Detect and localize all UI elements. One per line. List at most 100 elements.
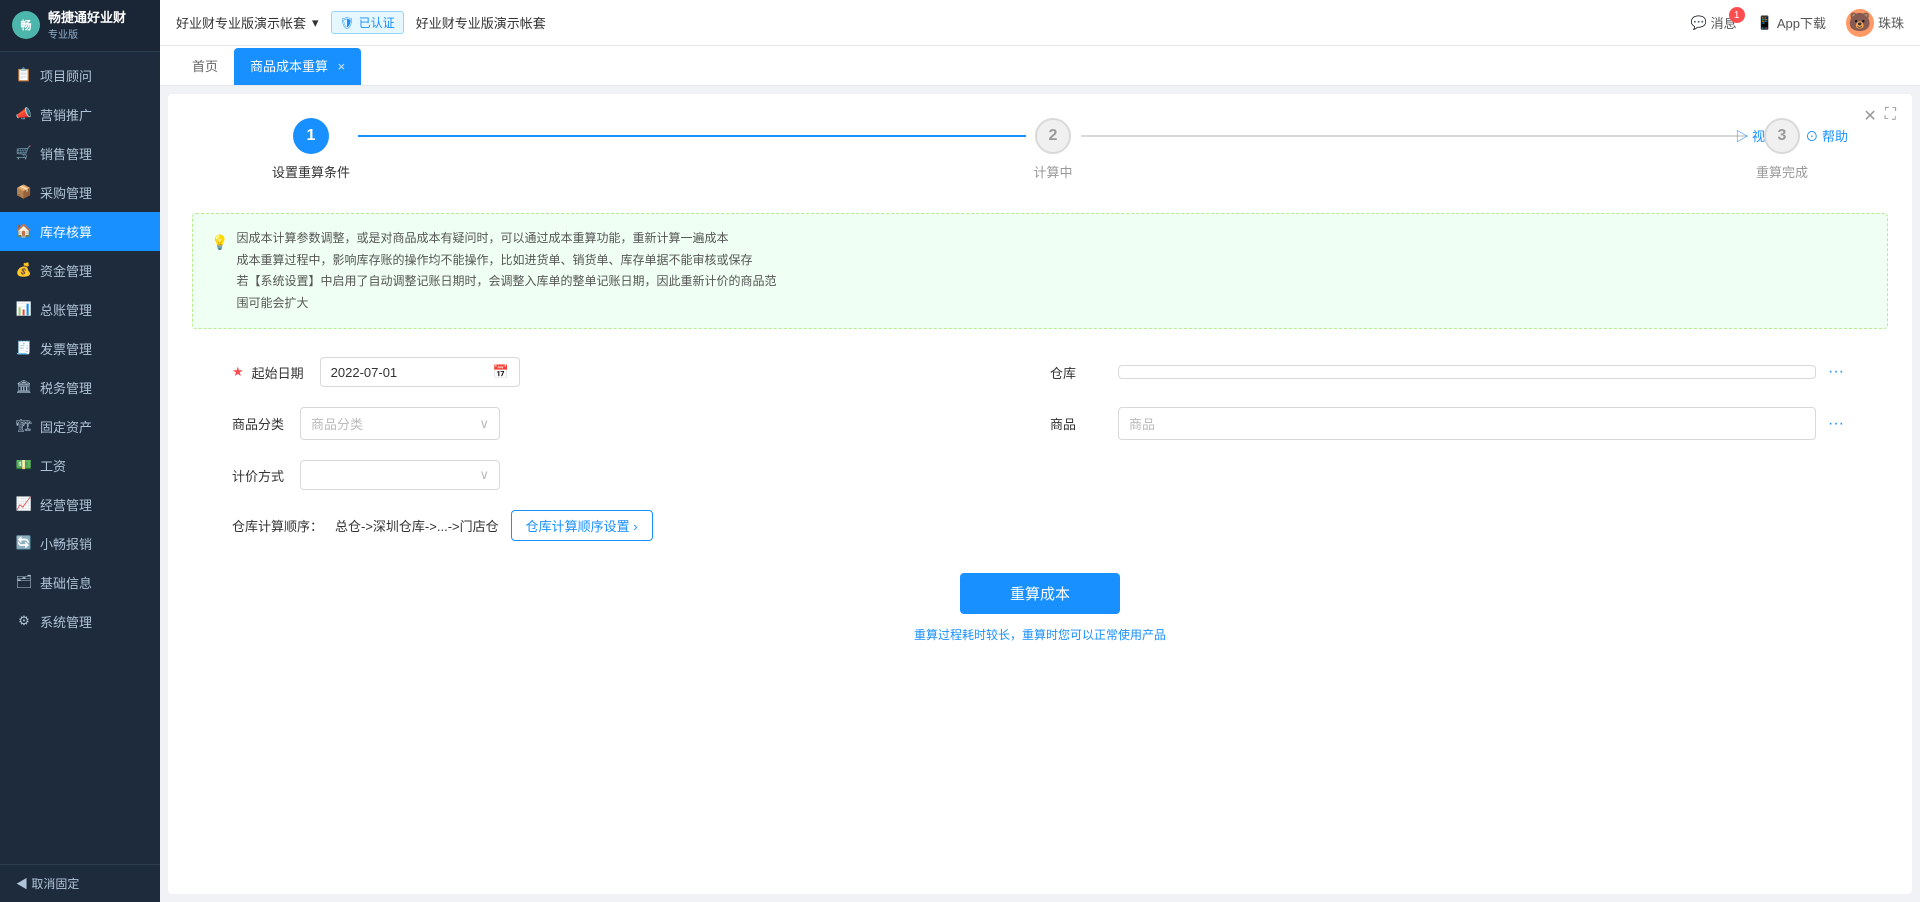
sidebar-logo: 畅 (12, 11, 40, 39)
sidebar-item-inventory[interactable]: 🏠 库存核算 (0, 212, 160, 251)
shield-icon: 🛡 (340, 16, 355, 30)
sidebar-item-accounting[interactable]: 📊 总账管理 (0, 290, 160, 329)
verified-badge: 🛡 已认证 (331, 11, 404, 34)
dropdown-arrow-icon: ▾ (312, 15, 319, 31)
calendar-icon[interactable]: 📅 (492, 364, 508, 380)
step-3-circle: 3 (1764, 118, 1800, 154)
sidebar-item-sales[interactable]: 🛒 销售管理 (0, 134, 160, 173)
sidebar-item-invoice[interactable]: 🧾 发票管理 (0, 329, 160, 368)
sidebar-item-operation[interactable]: 📈 经营管理 (0, 485, 160, 524)
sidebar-item-expense[interactable]: 🔄 小畅报销 (0, 524, 160, 563)
sidebar-item-salary[interactable]: 💵 工资 (0, 446, 160, 485)
content-area: ✕ ⛶ ▷ 视频 | ⊙ 帮助 1 设置重算条件 2 计算中 3 重算 (168, 94, 1912, 894)
notice-box: 💡 因成本计算参数调整，或是对商品成本有疑问时，可以通过成本重算功能，重新计算一… (192, 213, 1888, 329)
pricing-select[interactable]: ∨ (300, 460, 500, 490)
sidebar-item-label-invoice: 发票管理 (40, 339, 92, 358)
product-more-icon[interactable]: ··· (1824, 411, 1848, 437)
recalculate-button[interactable]: 重算成本 (960, 573, 1120, 614)
sidebar-item-project[interactable]: 📋 项目顾问 (0, 56, 160, 95)
tab-home[interactable]: 首页 (176, 48, 234, 85)
sidebar-item-label-basic: 基础信息 (40, 573, 92, 592)
step-2: 2 计算中 (1034, 118, 1073, 181)
sidebar-item-assets[interactable]: 🏗 固定资产 (0, 407, 160, 446)
salary-icon: 💵 (16, 457, 32, 473)
tab-cost-recalc[interactable]: 商品成本重算 × (234, 48, 361, 85)
category-select[interactable]: 商品分类 ∨ (300, 407, 500, 440)
help-link[interactable]: ⊙ 帮助 (1805, 126, 1848, 145)
warehouse-group: 仓库 ··· (1050, 359, 1848, 385)
system-icon: ⚙ (16, 613, 32, 629)
submit-section: 重算成本 重算过程耗时较长，重算时您可以正常使用产品 (192, 573, 1888, 643)
category-placeholder: 商品分类 (311, 414, 363, 433)
sidebar-item-label-expense: 小畅报销 (40, 534, 92, 553)
sidebar-item-label-assets: 固定资产 (40, 417, 92, 436)
product-input[interactable]: 商品 (1118, 407, 1816, 440)
sidebar-item-system[interactable]: ⚙ 系统管理 (0, 602, 160, 641)
step-1-label: 设置重算条件 (272, 162, 350, 181)
notice-line-2: 成本重算过程中，影响库存账的操作均不能操作，比如进货单、销货单、库存单据不能审核… (236, 250, 776, 272)
warehouse-more-icon[interactable]: ··· (1824, 359, 1848, 385)
step-3: 3 重算完成 (1756, 118, 1808, 181)
sidebar-item-finance[interactable]: 💰 资金管理 (0, 251, 160, 290)
account-name: 好业财专业版演示帐套 (176, 13, 306, 32)
warehouse-order-label: 仓库计算顺序： (232, 516, 323, 535)
step-3-label: 重算完成 (1756, 162, 1808, 181)
warehouse-order-settings-button[interactable]: 仓库计算顺序设置 › (511, 510, 653, 541)
expense-icon: 🔄 (16, 535, 32, 551)
product-group: 商品 商品 ··· (1050, 407, 1848, 440)
sidebar-item-label-finance: 资金管理 (40, 261, 92, 280)
message-action[interactable]: 💬 消息 1 (1690, 13, 1736, 32)
app-download-label: App下载 (1777, 13, 1826, 32)
product-label: 商品 (1050, 414, 1110, 433)
step-1-circle: 1 (293, 118, 329, 154)
message-badge: 1 (1729, 7, 1745, 23)
verified-account-name: 好业财专业版演示帐套 (416, 13, 546, 32)
warehouse-input[interactable] (1118, 365, 1816, 379)
start-date-input[interactable]: 2022-07-01 📅 (320, 357, 520, 387)
app-download-action[interactable]: 📱 App下载 (1757, 13, 1826, 32)
purchase-icon: 📦 (16, 184, 32, 200)
sidebar-edition: 专业版 (48, 26, 126, 41)
notice-icon: 💡 (211, 230, 228, 314)
user-avatar-action[interactable]: 🐻 珠珠 (1846, 9, 1904, 37)
warehouse-label: 仓库 (1050, 363, 1110, 382)
sidebar-item-purchase[interactable]: 📦 采购管理 (0, 173, 160, 212)
category-dropdown-icon: ∨ (479, 416, 489, 432)
sidebar-item-label-salary: 工资 (40, 456, 66, 475)
submit-hint: 重算过程耗时较长，重算时您可以正常使用产品 (914, 626, 1166, 643)
step-line-1 (358, 135, 1025, 137)
sidebar-item-label-inventory: 库存核算 (40, 222, 92, 241)
topbar-right: 💬 消息 1 📱 App下载 🐻 珠珠 (1690, 9, 1904, 37)
category-group: 商品分类 商品分类 ∨ (232, 407, 1030, 440)
sidebar-item-marketing[interactable]: 📣 营销推广 (0, 95, 160, 134)
sidebar-title-group: 畅捷通好业财 专业版 (48, 10, 126, 41)
avatar: 🐻 (1846, 9, 1874, 37)
pricing-dropdown-icon: ∨ (479, 467, 489, 483)
notice-content: 因成本计算参数调整，或是对商品成本有疑问时，可以通过成本重算功能，重新计算一遍成… (236, 228, 776, 314)
sidebar-pin-label: ◀ 取消固定 (16, 875, 79, 892)
form-section: ★ 起始日期 2022-07-01 📅 仓库 ··· (192, 357, 1888, 541)
marketing-icon: 📣 (16, 106, 32, 122)
sidebar-header: 畅 畅捷通好业财 专业版 (0, 0, 160, 52)
sidebar-pin-toggle[interactable]: ◀ 取消固定 (0, 864, 160, 902)
steps-bar: ▷ 视频 | ⊙ 帮助 1 设置重算条件 2 计算中 3 重算完成 (192, 118, 1888, 181)
notice-line-3: 若【系统设置】中启用了自动调整记账日期时，会调整入库单的整单记账日期，因此重新计… (236, 271, 776, 293)
accounting-icon: 📊 (16, 301, 32, 317)
pricing-label: 计价方式 (232, 466, 292, 485)
account-selector[interactable]: 好业财专业版演示帐套 ▾ (176, 13, 319, 32)
sidebar-item-basic[interactable]: 🗂 基础信息 (0, 563, 160, 602)
tab-close-icon[interactable]: × (338, 59, 346, 74)
required-marker: ★ (232, 364, 244, 380)
sidebar-item-label-sales: 销售管理 (40, 144, 92, 163)
notice-line-4: 围可能会扩大 (236, 293, 776, 315)
tax-icon: 🏛 (16, 379, 32, 395)
verified-label: 已认证 (359, 14, 395, 31)
sidebar-item-label-project: 项目顾问 (40, 66, 92, 85)
sidebar-item-label-accounting: 总账管理 (40, 300, 92, 319)
basic-icon: 🗂 (16, 574, 32, 590)
sidebar-item-tax[interactable]: 🏛 税务管理 (0, 368, 160, 407)
tabbar: 首页 商品成本重算 × (160, 46, 1920, 86)
step-line-2 (1081, 135, 1748, 137)
sidebar: 畅 畅捷通好业财 专业版 📋 项目顾问 📣 营销推广 🛒 销售管理 📦 采购管理… (0, 0, 160, 902)
sidebar-item-label-operation: 经营管理 (40, 495, 92, 514)
